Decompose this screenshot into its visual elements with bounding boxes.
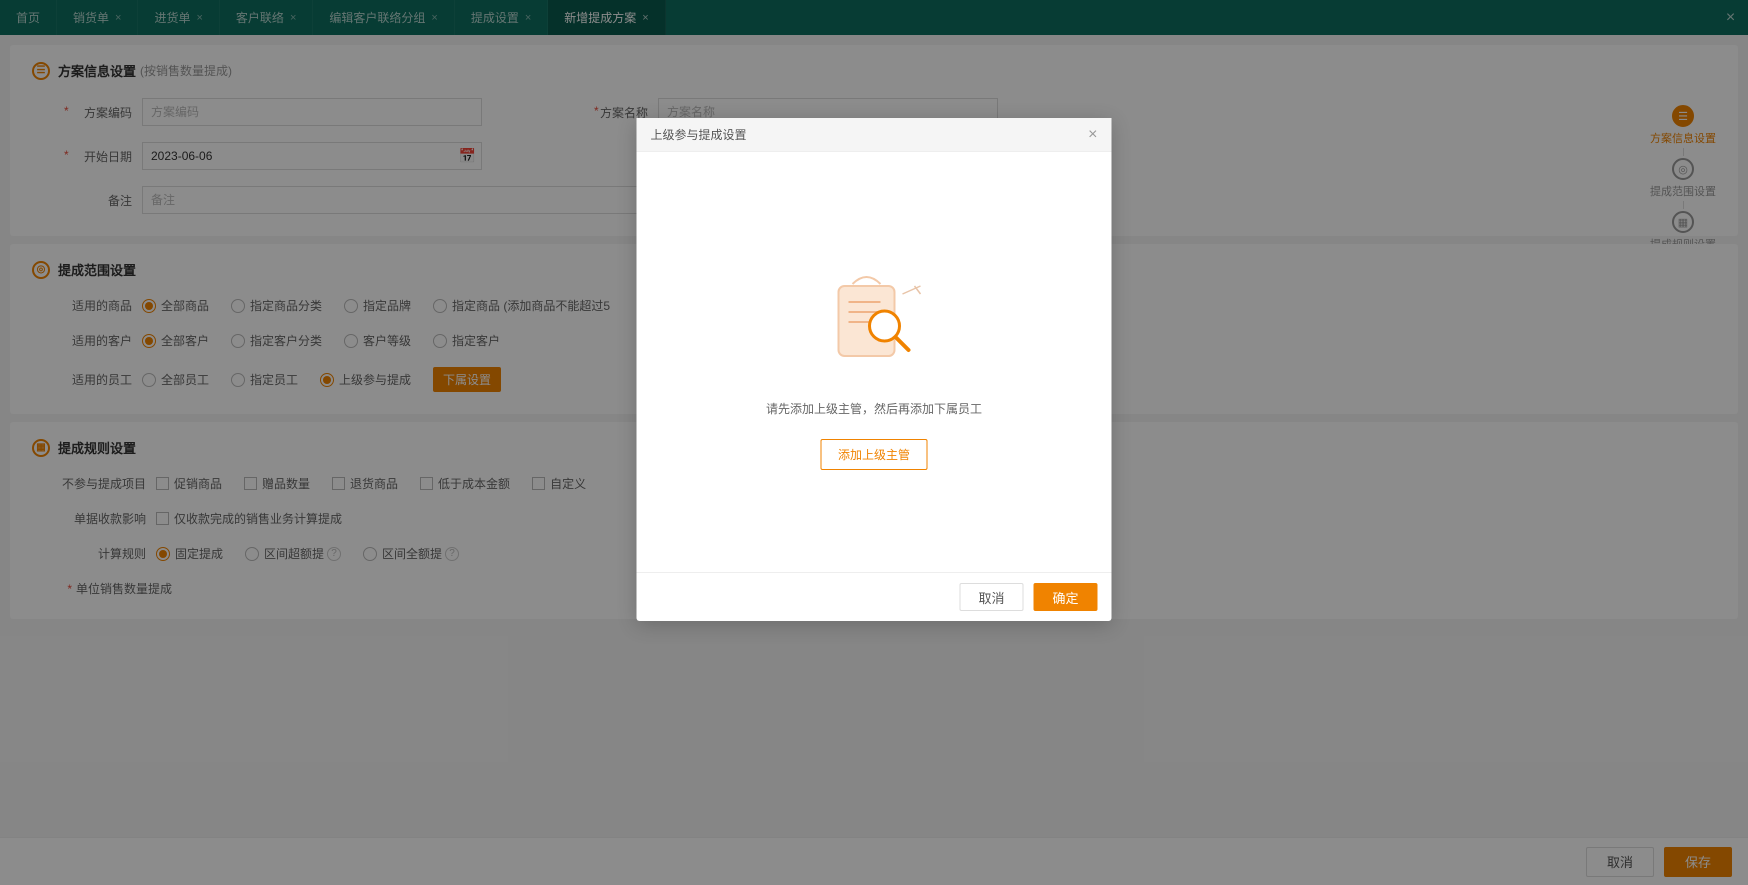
- modal-title: 上级参与提成设置: [651, 126, 747, 143]
- modal-cancel-button[interactable]: 取消: [959, 583, 1023, 611]
- close-icon[interactable]: ×: [1088, 126, 1097, 144]
- empty-illustration-icon: [814, 264, 934, 374]
- add-superior-button[interactable]: 添加上级主管: [821, 439, 927, 470]
- superior-commission-modal: 上级参与提成设置 × 请先添加上级主管，然后再添加下属员工 添加上级主管 取消 …: [637, 118, 1112, 621]
- modal-ok-button[interactable]: 确定: [1033, 583, 1097, 611]
- empty-text: 请先添加上级主管，然后再添加下属员工: [766, 400, 982, 417]
- modal-header: 上级参与提成设置 ×: [637, 118, 1112, 152]
